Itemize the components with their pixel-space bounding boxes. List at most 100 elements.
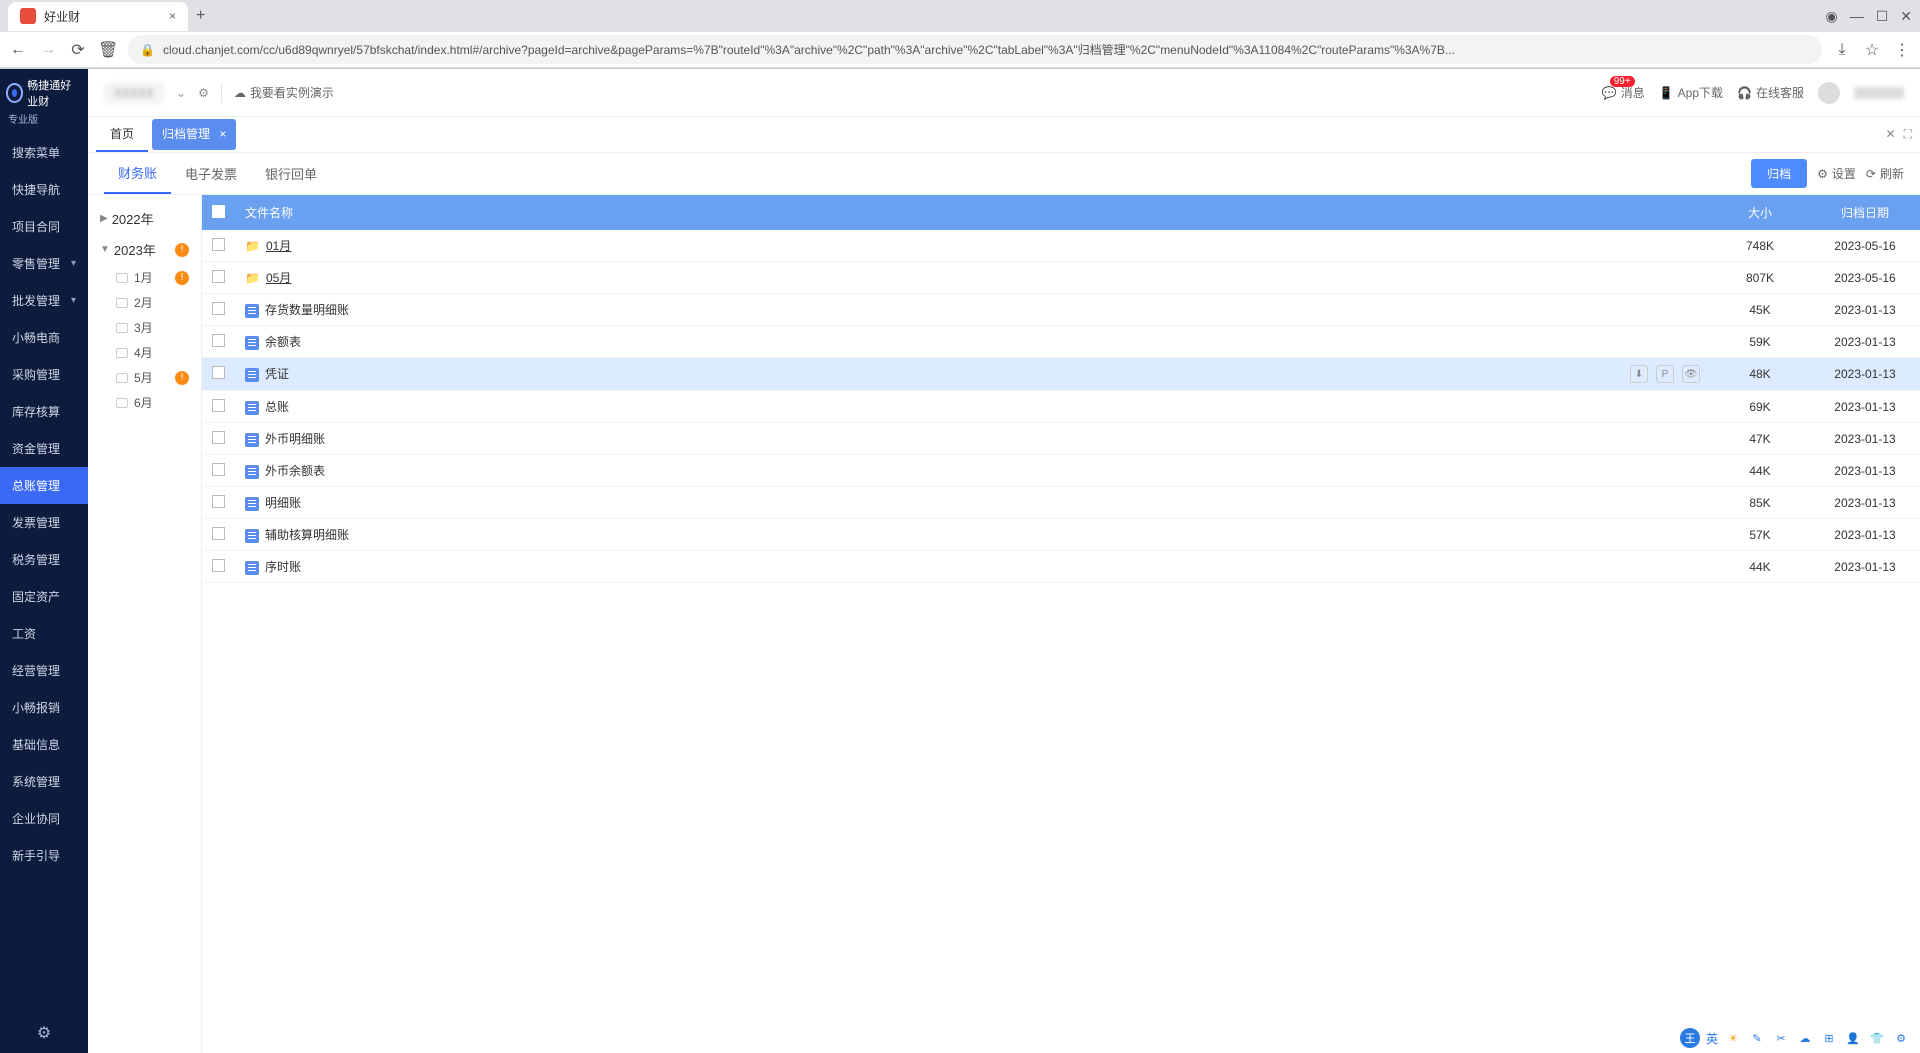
install-icon[interactable]: ⤓ — [1832, 41, 1852, 59]
tb-icon-6[interactable]: 👤 — [1844, 1029, 1862, 1047]
minimize-icon[interactable]: — — [1850, 8, 1864, 25]
file-name-link[interactable]: 01月 — [266, 239, 291, 253]
menu-icon[interactable]: ⋮ — [1892, 40, 1912, 60]
sidebar-item[interactable]: 采购管理 — [0, 356, 88, 393]
subtab-einvoice[interactable]: 电子发票 — [171, 154, 251, 193]
select-all-checkbox[interactable] — [212, 205, 225, 218]
tree-month[interactable]: 6月 — [88, 390, 201, 415]
sidebar-item[interactable]: 项目合同 — [0, 208, 88, 245]
tree-month[interactable]: 3月 — [88, 315, 201, 340]
demo-link[interactable]: ☁ 我要看实例演示 — [234, 84, 334, 101]
table-row[interactable]: 📁01月748K2023-05-16 — [202, 230, 1920, 262]
sidebar-item[interactable]: 新手引导 — [0, 837, 88, 874]
row-checkbox[interactable] — [212, 366, 225, 379]
tb-icon-1[interactable]: ☀ — [1724, 1029, 1742, 1047]
refresh-button[interactable]: ⟳刷新 — [1866, 165, 1904, 182]
table-row[interactable]: 余额表59K2023-01-13 — [202, 326, 1920, 358]
tree-year-2022[interactable]: ▶2022年 — [88, 203, 201, 234]
bookmark-icon[interactable]: ☆ — [1862, 40, 1882, 60]
url-bar[interactable]: 🔒 cloud.chanjet.com/cc/u6d89qwnryel/57bf… — [128, 35, 1822, 64]
settings-button[interactable]: ⚙设置 — [1817, 165, 1856, 182]
tree-month[interactable]: 5月! — [88, 365, 201, 390]
delete-icon[interactable]: 🗑 — [98, 40, 118, 60]
row-checkbox[interactable] — [212, 334, 225, 347]
archive-button[interactable]: 归档 — [1751, 159, 1807, 188]
action-view-icon[interactable]: 👁 — [1682, 365, 1700, 383]
org-name[interactable]: XXXXX — [104, 82, 164, 104]
tab-close-icon[interactable]: × — [219, 127, 226, 141]
table-row[interactable]: 外币明细账47K2023-01-13 — [202, 423, 1920, 455]
avatar[interactable] — [1818, 82, 1840, 104]
row-checkbox[interactable] — [212, 302, 225, 315]
fullscreen-icon[interactable]: ⛶ — [1904, 127, 1912, 142]
row-checkbox[interactable] — [212, 270, 225, 283]
tb-icon-5[interactable]: ⊞ — [1820, 1029, 1838, 1047]
sidebar-item[interactable]: 系统管理 — [0, 763, 88, 800]
forward-button[interactable]: → — [38, 41, 58, 59]
table-row[interactable]: 存货数量明细账45K2023-01-13 — [202, 294, 1920, 326]
sidebar-item[interactable]: 批发管理▾ — [0, 282, 88, 319]
sidebar-item[interactable]: 总账管理 — [0, 467, 88, 504]
tb-icon-7[interactable]: 👕 — [1868, 1029, 1886, 1047]
sidebar-item[interactable]: 工资 — [0, 615, 88, 652]
table-row[interactable]: 总账69K2023-01-13 — [202, 391, 1920, 423]
sidebar-item[interactable]: 小畅报销 — [0, 689, 88, 726]
reload-button[interactable]: ⟳ — [68, 40, 88, 60]
row-checkbox[interactable] — [212, 559, 225, 572]
sidebar-item[interactable]: 快捷导航 — [0, 171, 88, 208]
sidebar-item[interactable]: 发票管理 — [0, 504, 88, 541]
maximize-icon[interactable]: ☐ — [1876, 8, 1889, 25]
table-row[interactable]: 凭证⬇P👁48K2023-01-13 — [202, 358, 1920, 391]
sidebar-item[interactable]: 库存核算 — [0, 393, 88, 430]
table-row[interactable]: 📁05月807K2023-05-16 — [202, 262, 1920, 294]
sidebar-item[interactable]: 小畅电商 — [0, 319, 88, 356]
tb-icon-2[interactable]: ✎ — [1748, 1029, 1766, 1047]
tab-archive[interactable]: 归档管理 × — [152, 119, 236, 150]
table-row[interactable]: 序时账44K2023-01-13 — [202, 551, 1920, 583]
row-checkbox[interactable] — [212, 463, 225, 476]
sidebar-item[interactable]: 搜索菜单 — [0, 134, 88, 171]
close-all-tabs-icon[interactable]: ✕ — [1886, 127, 1896, 142]
file-name-link[interactable]: 05月 — [266, 271, 291, 285]
subtab-bank[interactable]: 银行回单 — [251, 154, 331, 193]
tb-icon-3[interactable]: ✂ — [1772, 1029, 1790, 1047]
table-row[interactable]: 辅助核算明细账57K2023-01-13 — [202, 519, 1920, 551]
tree-month[interactable]: 2月 — [88, 290, 201, 315]
action-download-icon[interactable]: ⬇ — [1630, 365, 1648, 383]
sidebar-item[interactable]: 税务管理 — [0, 541, 88, 578]
tree-month[interactable]: 1月! — [88, 265, 201, 290]
subtab-finance[interactable]: 财务账 — [104, 153, 171, 194]
close-window-icon[interactable]: ✕ — [1900, 8, 1912, 25]
back-button[interactable]: ← — [8, 41, 28, 59]
tree-year-2023[interactable]: ▼2023年! — [88, 234, 201, 265]
support-button[interactable]: 🎧 在线客服 — [1737, 84, 1804, 101]
tab-home[interactable]: 首页 — [96, 117, 148, 152]
tb-icon-4[interactable]: ☁ — [1796, 1029, 1814, 1047]
sidebar-item[interactable]: 企业协同 — [0, 800, 88, 837]
row-checkbox[interactable] — [212, 238, 225, 251]
row-checkbox[interactable] — [212, 495, 225, 508]
sidebar-item[interactable]: 固定资产 — [0, 578, 88, 615]
tb-icon-8[interactable]: ⚙ — [1892, 1029, 1910, 1047]
sidebar-item[interactable]: 零售管理▾ — [0, 245, 88, 282]
messages-button[interactable]: 99+ 💬 消息 — [1602, 84, 1645, 101]
tree-month[interactable]: 4月 — [88, 340, 201, 365]
browser-tab[interactable]: 好业财 × — [8, 2, 188, 31]
ime-indicator[interactable]: 王 — [1680, 1028, 1700, 1048]
table-row[interactable]: 明细账85K2023-01-13 — [202, 487, 1920, 519]
sidebar-item[interactable]: 基础信息 — [0, 726, 88, 763]
row-checkbox[interactable] — [212, 527, 225, 540]
sidebar-item[interactable]: 资金管理 — [0, 430, 88, 467]
ime-lang[interactable]: 英 — [1706, 1030, 1718, 1047]
org-dropdown-icon[interactable]: ⌄ — [176, 86, 186, 100]
tab-close-icon[interactable]: × — [169, 9, 176, 23]
download-button[interactable]: 📱 App下载 — [1659, 84, 1723, 101]
row-checkbox[interactable] — [212, 431, 225, 444]
row-checkbox[interactable] — [212, 399, 225, 412]
action-pdf-icon[interactable]: P — [1656, 365, 1674, 383]
table-row[interactable]: 外币余额表44K2023-01-13 — [202, 455, 1920, 487]
new-tab-button[interactable]: + — [196, 7, 205, 25]
account-icon[interactable]: ◉ — [1825, 8, 1837, 25]
org-settings-icon[interactable]: ⚙ — [198, 86, 209, 100]
sidebar-settings-icon[interactable]: ⚙ — [0, 1013, 88, 1053]
